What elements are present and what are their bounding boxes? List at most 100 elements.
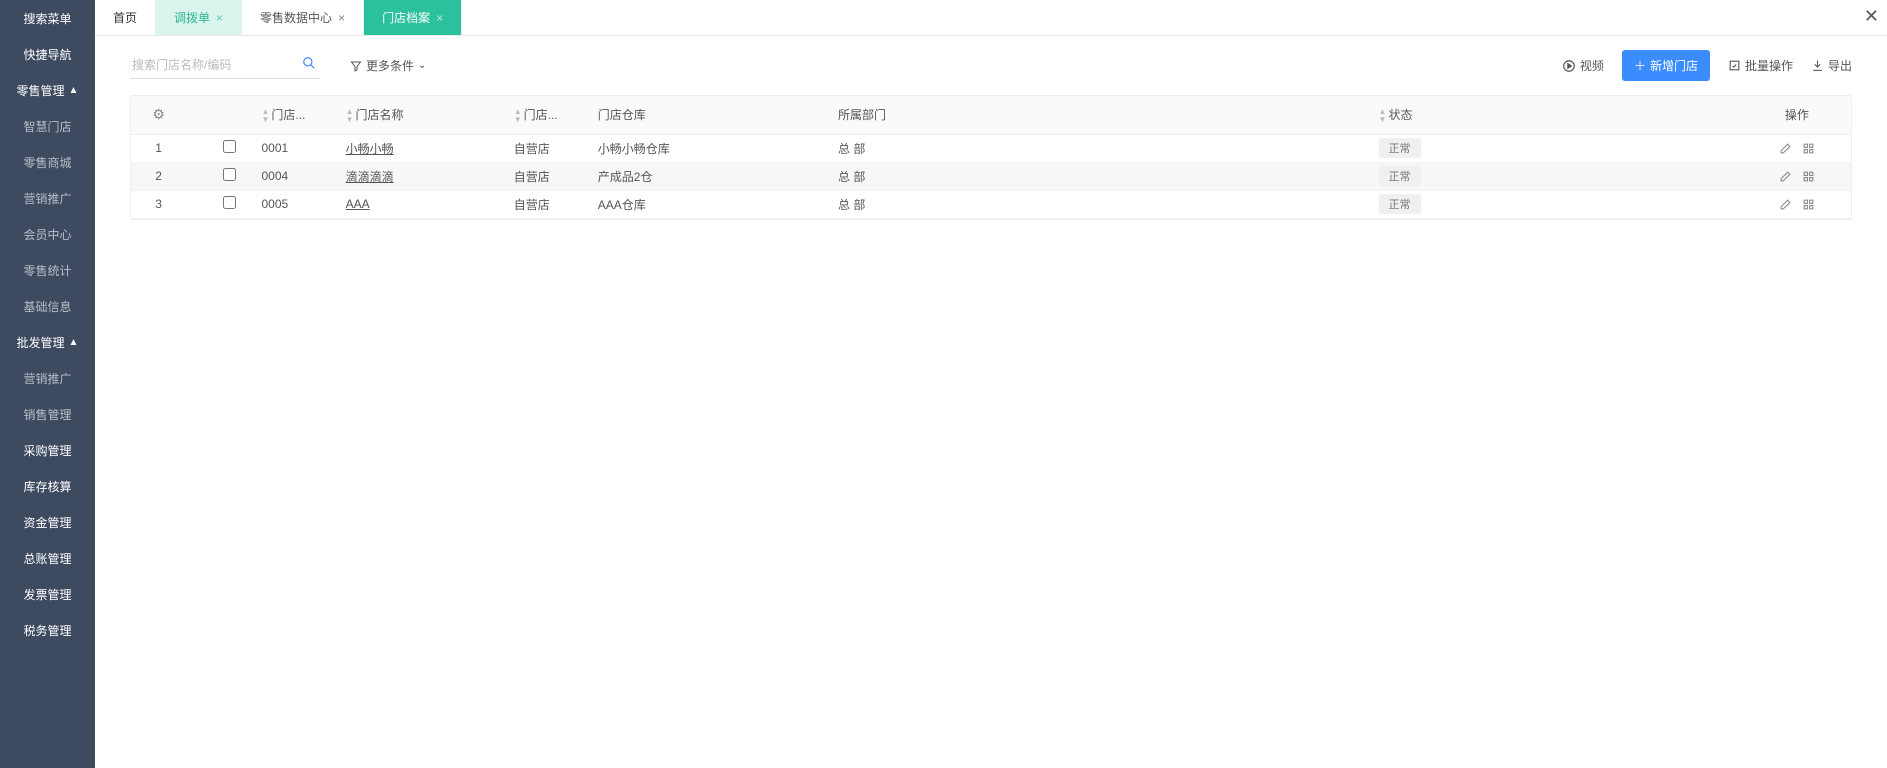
tab-bar: 首页 调拨单 × 零售数据中心 × 门店档案 ×: [95, 0, 1887, 36]
sidebar-item-basic-info[interactable]: 基础信息: [0, 288, 95, 324]
sidebar-retail-mgmt[interactable]: 零售管理 ▲: [0, 72, 95, 108]
batch-op-button[interactable]: 批量操作: [1728, 57, 1793, 74]
sidebar-item-marketing[interactable]: 营销推广: [0, 180, 95, 216]
cell-status: 正常: [1371, 190, 1743, 218]
cell-status: 正常: [1371, 162, 1743, 190]
sidebar-item-retail-mall[interactable]: 零售商城: [0, 144, 95, 180]
sidebar-search-menu[interactable]: 搜索菜单: [0, 0, 95, 36]
gear-icon: ⚙: [152, 106, 165, 122]
cell-name: 小畅小畅: [338, 134, 506, 162]
status-badge: 正常: [1379, 166, 1421, 186]
tab-transfer-order-label: 调拨单: [174, 9, 210, 26]
caret-up-icon: ▲: [69, 85, 79, 96]
close-icon[interactable]: ×: [216, 11, 223, 25]
cell-checkbox: [205, 134, 253, 162]
store-name-link[interactable]: AAA: [346, 197, 370, 211]
export-button[interactable]: 导出: [1811, 57, 1852, 74]
row-more-icon[interactable]: [1802, 198, 1815, 211]
header-index: [186, 96, 205, 134]
toolbar: 更多条件 ⌄ 视频 ＋ 新增门店 批量操作: [95, 36, 1887, 95]
cell-name: 滴滴滴滴: [338, 162, 506, 190]
batch-op-label: 批量操作: [1745, 57, 1793, 74]
search-input[interactable]: [130, 52, 320, 79]
sidebar-wholesale-mgmt[interactable]: 批发管理 ▲: [0, 324, 95, 360]
row-edit-icon[interactable]: [1779, 198, 1792, 211]
row-more-icon[interactable]: [1802, 170, 1815, 183]
table-row: 10001小畅小畅自营店小畅小畅仓库总 部正常: [131, 134, 1851, 162]
cell-status: 正常: [1371, 134, 1743, 162]
header-status[interactable]: ▲▼状态: [1371, 96, 1743, 134]
sidebar-item-funds[interactable]: 资金管理: [0, 504, 95, 540]
cell-index: 3: [131, 190, 186, 218]
table-row: 20004滴滴滴滴自营店产成品2仓总 部正常: [131, 162, 1851, 190]
sidebar-quick-nav[interactable]: 快捷导航: [0, 36, 95, 72]
row-edit-icon[interactable]: [1779, 170, 1792, 183]
row-edit-icon[interactable]: [1779, 142, 1792, 155]
status-badge: 正常: [1379, 194, 1421, 214]
more-filter-label: 更多条件: [366, 57, 414, 74]
cell-checkbox: [205, 162, 253, 190]
main-area: ✕ 首页 调拨单 × 零售数据中心 × 门店档案 ×: [95, 0, 1887, 768]
sidebar-item-ws-marketing[interactable]: 营销推广: [0, 360, 95, 396]
more-filter-button[interactable]: 更多条件 ⌄: [350, 57, 426, 74]
sidebar-item-purchase[interactable]: 采购管理: [0, 432, 95, 468]
video-label: 视频: [1580, 57, 1604, 74]
cell-pad: [186, 162, 205, 190]
tab-transfer-order[interactable]: 调拨单 ×: [156, 0, 242, 35]
sidebar-item-retail-stats[interactable]: 零售统计: [0, 252, 95, 288]
edit-icon: [1728, 59, 1741, 72]
sidebar-item-inventory[interactable]: 库存核算: [0, 468, 95, 504]
table-row: 30005AAA自营店AAA仓库总 部正常: [131, 190, 1851, 218]
cell-index: 1: [131, 134, 186, 162]
sort-icon: ▲▼: [514, 108, 522, 124]
cell-op: [1743, 190, 1851, 218]
header-checkbox: [205, 96, 253, 134]
row-checkbox[interactable]: [223, 196, 236, 209]
add-store-button[interactable]: ＋ 新增门店: [1622, 50, 1710, 81]
search-icon[interactable]: [302, 56, 316, 70]
sidebar-retail-mgmt-label: 零售管理: [17, 82, 65, 99]
sidebar-item-smart-store[interactable]: 智慧门店: [0, 108, 95, 144]
sidebar-item-ws-sales[interactable]: 销售管理: [0, 396, 95, 432]
filter-icon: [350, 60, 362, 72]
caret-up-icon: ▲: [69, 337, 79, 348]
close-icon[interactable]: ×: [338, 11, 345, 25]
header-code[interactable]: ▲▼门店...: [253, 96, 337, 134]
tab-home[interactable]: 首页: [95, 0, 156, 35]
plus-icon: ＋: [1634, 57, 1646, 74]
sidebar-item-ledger[interactable]: 总账管理: [0, 540, 95, 576]
video-link[interactable]: 视频: [1562, 57, 1604, 74]
sidebar-item-tax[interactable]: 税务管理: [0, 612, 95, 648]
cell-dept: 总 部: [830, 162, 1371, 190]
export-label: 导出: [1828, 57, 1852, 74]
tab-retail-data-center[interactable]: 零售数据中心 ×: [242, 0, 364, 35]
tab-store-archive[interactable]: 门店档案 ×: [364, 0, 462, 35]
add-store-label: 新增门店: [1650, 57, 1698, 74]
header-warehouse: 门店仓库: [590, 96, 830, 134]
row-more-icon[interactable]: [1802, 142, 1815, 155]
cell-code: 0004: [253, 162, 337, 190]
chevron-down-icon: ⌄: [418, 60, 426, 71]
tab-retail-data-center-label: 零售数据中心: [260, 9, 332, 26]
cell-op: [1743, 162, 1851, 190]
sidebar-item-member-center[interactable]: 会员中心: [0, 216, 95, 252]
cell-type: 自营店: [506, 162, 590, 190]
cell-pad: [186, 190, 205, 218]
header-type[interactable]: ▲▼门店...: [506, 96, 590, 134]
status-badge: 正常: [1379, 138, 1421, 158]
header-op: 操作: [1743, 96, 1851, 134]
cell-checkbox: [205, 190, 253, 218]
row-checkbox[interactable]: [223, 168, 236, 181]
close-all-tabs-icon[interactable]: ✕: [1864, 6, 1879, 27]
store-name-link[interactable]: 滴滴滴滴: [346, 170, 394, 184]
tab-store-archive-label: 门店档案: [382, 9, 430, 26]
close-icon[interactable]: ×: [436, 11, 443, 25]
sort-icon: ▲▼: [261, 108, 269, 124]
row-checkbox[interactable]: [223, 140, 236, 153]
store-name-link[interactable]: 小畅小畅: [346, 142, 394, 156]
header-name[interactable]: ▲▼门店名称: [338, 96, 506, 134]
sidebar-item-invoice[interactable]: 发票管理: [0, 576, 95, 612]
cell-warehouse: 产成品2仓: [590, 162, 830, 190]
header-settings[interactable]: ⚙: [131, 96, 186, 134]
search-wrap: [130, 52, 320, 79]
